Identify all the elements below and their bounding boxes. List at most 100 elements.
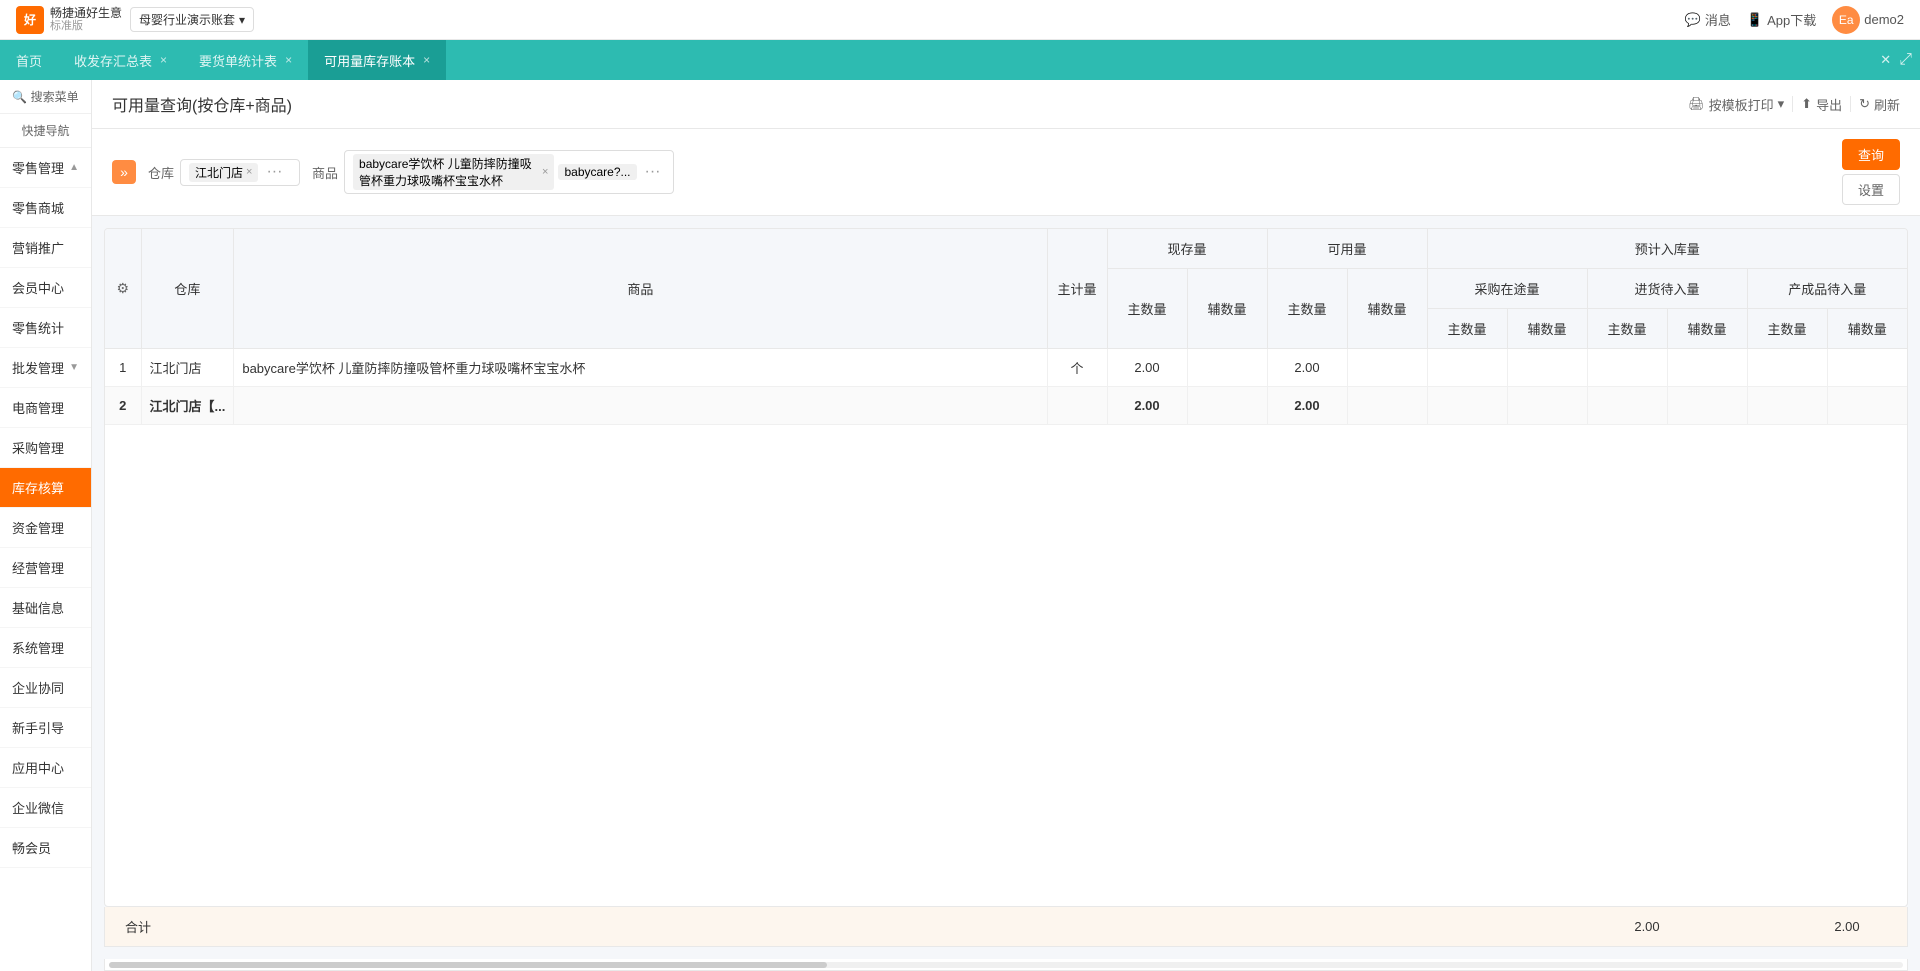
row1-seq: 1 [105, 349, 141, 387]
message-label: 消息 [1705, 10, 1731, 29]
horizontal-scrollbar[interactable] [104, 959, 1908, 971]
sidebar-search[interactable]: 🔍 搜索菜单 [0, 80, 91, 114]
th-arrival-aux: 辅数量 [1667, 309, 1747, 349]
product-tag1-remove[interactable]: × [542, 166, 548, 178]
top-bar-left: 好 畅捷通好生意 标准版 母婴行业演示账套 ▾ [16, 6, 254, 34]
tab-close-all[interactable]: ✕ [1880, 52, 1891, 68]
footer-stock-main: 2.00 [1607, 919, 1687, 934]
sidebar-item-newbie[interactable]: 新手引导 [0, 708, 91, 748]
th-product: 商品 [234, 229, 1047, 349]
page-title: 可用量查询(按仓库+商品) [112, 92, 292, 128]
sidebar-retail-shop-label: 零售商城 [12, 198, 64, 217]
row2-prod-main [1747, 387, 1827, 425]
message-button[interactable]: 💬 消息 [1685, 10, 1731, 29]
tab-available-close[interactable]: × [423, 53, 430, 67]
sidebar-item-wholesale-mgmt[interactable]: 批发管理 ▼ [0, 348, 91, 388]
row1-product: babycare学饮杯 儿童防摔防撞吸管杯重力球吸嘴杯宝宝水杯 [234, 349, 1047, 387]
tab-available-label: 可用量库存账本 [324, 51, 415, 70]
table-row-subtotal: 2 江北门店【... 2.00 2.00 [105, 387, 1907, 425]
sidebar-item-member2[interactable]: 畅会员 [0, 828, 91, 868]
sidebar-operations-label: 经营管理 [12, 558, 64, 577]
sidebar-item-operations[interactable]: 经营管理 [0, 548, 91, 588]
row2-product [234, 387, 1047, 425]
settings-button[interactable]: 设置 [1842, 174, 1900, 205]
sidebar-search-label: 搜索菜单 [31, 90, 79, 104]
refresh-button[interactable]: ↻ 刷新 [1859, 95, 1900, 114]
refresh-icon: ↻ [1859, 96, 1870, 112]
sidebar-item-basic-info[interactable]: 基础信息 [0, 588, 91, 628]
app-download-button[interactable]: 📱 App下载 [1747, 10, 1816, 29]
th-prod-aux: 辅数量 [1827, 309, 1907, 349]
sidebar-item-app-center[interactable]: 应用中心 [0, 748, 91, 788]
sidebar-ecom-label: 电商管理 [12, 398, 64, 417]
th-purchase-aux: 辅数量 [1507, 309, 1587, 349]
warehouse-tag-remove[interactable]: × [246, 166, 252, 178]
tab-order-label: 要货单统计表 [199, 51, 277, 70]
filter-toggle-button[interactable]: » [112, 160, 136, 184]
row2-unit [1047, 387, 1107, 425]
warehouse-tag-label: 江北门店 [195, 164, 243, 181]
table-footer: 合计 2.00 2.00 [104, 907, 1908, 947]
sidebar-item-retail-stats[interactable]: 零售统计 [0, 308, 91, 348]
industry-selector[interactable]: 母婴行业演示账套 ▾ [130, 7, 254, 32]
warehouse-filter-tags[interactable]: 江北门店 × ··· [180, 159, 300, 186]
chevron-down-icon: ▾ [239, 13, 245, 27]
product-filter-tags[interactable]: babycare学饮杯 儿童防摔防撞吸管杯重力球吸嘴杯宝宝水杯 × babyca… [344, 150, 673, 194]
sidebar-changhui-label: 畅会员 [12, 838, 51, 857]
sidebar-item-enterprise[interactable]: 企业协同 [0, 668, 91, 708]
tab-home-label: 首页 [16, 51, 42, 70]
tab-home[interactable]: 首页 [0, 40, 58, 80]
row2-warehouse: 江北门店【... [141, 387, 234, 425]
tab-order-close[interactable]: × [285, 53, 292, 67]
sidebar-item-retail-shop[interactable]: 零售商城 [0, 188, 91, 228]
product-more-button[interactable]: ··· [641, 163, 665, 181]
row1-purchase-aux [1507, 349, 1587, 387]
query-button[interactable]: 查询 [1842, 139, 1900, 170]
sidebar-quicknav[interactable]: 快捷导航 [0, 114, 91, 148]
chevron-down-icon: ▼ [69, 362, 79, 373]
tab-receive[interactable]: 收发存汇总表 × [58, 40, 183, 80]
sidebar-entweixin-label: 企业微信 [12, 798, 64, 817]
sidebar-item-enterprise-wechat[interactable]: 企业微信 [0, 788, 91, 828]
row1-avail-main: 2.00 [1267, 349, 1347, 387]
tab-receive-close[interactable]: × [160, 53, 167, 67]
tab-available[interactable]: 可用量库存账本 × [308, 40, 446, 80]
product-tag2-label: babycare?... [564, 165, 630, 179]
th-avail-main: 主数量 [1267, 269, 1347, 349]
sidebar-item-ecom-mgmt[interactable]: 电商管理 [0, 388, 91, 428]
sidebar-item-member[interactable]: 会员中心 [0, 268, 91, 308]
product-tag2: babycare?... [558, 164, 636, 180]
message-icon: 💬 [1685, 12, 1701, 28]
sidebar-item-sys-mgmt[interactable]: 系统管理 [0, 628, 91, 668]
th-production-pending: 产成品待入量 [1747, 269, 1907, 309]
sidebar-item-marketing[interactable]: 营销推广 [0, 228, 91, 268]
sidebar-item-retail-mgmt[interactable]: 零售管理 ▲ [0, 148, 91, 188]
export-label: 导出 [1816, 95, 1842, 114]
template-print-button[interactable]: 🖨 按模板打印 ▾ [1688, 95, 1784, 114]
chevron-icon: ▲ [69, 162, 79, 173]
top-bar-right: 💬 消息 📱 App下载 Ea demo2 [1685, 6, 1904, 34]
th-gear[interactable]: ⚙ [105, 229, 141, 349]
logo-main-text: 畅捷通好生意 [50, 6, 122, 20]
tab-expand-button[interactable]: ⤢ [1899, 51, 1912, 69]
user-avatar-button[interactable]: Ea demo2 [1832, 6, 1904, 34]
table-row: 1 江北门店 babycare学饮杯 儿童防摔防撞吸管杯重力球吸嘴杯宝宝水杯 个… [105, 349, 1907, 387]
search-icon: 🔍 [12, 90, 27, 104]
row1-prod-aux [1827, 349, 1907, 387]
username-label: demo2 [1864, 12, 1904, 27]
sidebar-retail-mgmt-label: 零售管理 [12, 158, 64, 177]
filter-area: » 仓库 江北门店 × ··· 商品 babycare学饮杯 儿童防摔防撞吸管杯… [92, 129, 1920, 216]
warehouse-more-button[interactable]: ··· [262, 163, 286, 181]
tab-order[interactable]: 要货单统计表 × [183, 40, 308, 80]
sidebar-item-purchase-mgmt[interactable]: 采购管理 [0, 428, 91, 468]
logo-sub-text: 标准版 [50, 20, 122, 33]
sidebar-item-finance[interactable]: 资金管理 [0, 508, 91, 548]
scrollbar-thumb[interactable] [109, 962, 827, 968]
sidebar-item-inventory[interactable]: 库存核算 [0, 468, 91, 508]
tab-receive-label: 收发存汇总表 [74, 51, 152, 70]
gear-icon[interactable]: ⚙ [116, 280, 129, 296]
export-button[interactable]: ⬆ 导出 [1801, 95, 1842, 114]
sidebar-member-label: 会员中心 [12, 278, 64, 297]
row1-arrival-main [1587, 349, 1667, 387]
row1-unit: 个 [1047, 349, 1107, 387]
